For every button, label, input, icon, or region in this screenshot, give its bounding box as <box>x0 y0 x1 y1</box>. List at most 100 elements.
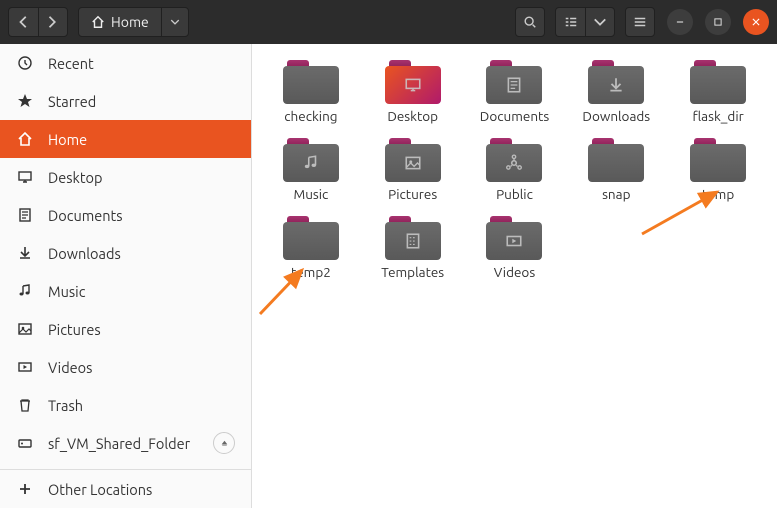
folder-label: Documents <box>480 108 549 124</box>
folder-grid: checking Desktop Documents Downloads flask_d… <box>262 58 767 282</box>
home-icon <box>91 15 105 29</box>
folder-checking[interactable]: checking <box>262 58 360 126</box>
folder-label: Downloads <box>582 108 650 124</box>
search-button[interactable] <box>515 7 545 37</box>
folder-flask-dir[interactable]: flask_dir <box>669 58 767 126</box>
sidebar-item-pictures[interactable]: Pictures <box>0 310 251 348</box>
folder-label: snap <box>602 186 630 202</box>
sidebar-item-recent[interactable]: Recent <box>0 44 251 82</box>
folder-temp[interactable]: temp <box>669 136 767 204</box>
folder-icon <box>283 138 339 182</box>
folder-label: Public <box>496 186 533 202</box>
path-segment-home[interactable]: Home <box>79 8 162 36</box>
drive-icon <box>16 434 34 452</box>
clock-icon <box>16 54 34 72</box>
folder-label: flask_dir <box>692 108 743 124</box>
sidebar-footer: Other Locations <box>0 469 251 508</box>
folder-pictures[interactable]: Pictures <box>364 136 462 204</box>
sidebar-item-label: Documents <box>48 207 123 224</box>
downloads-icon <box>607 76 625 94</box>
sidebar-other-locations[interactable]: Other Locations <box>0 470 251 508</box>
path-label: Home <box>111 14 149 30</box>
folder-icon <box>283 60 339 104</box>
folder-icon <box>283 216 339 260</box>
maximize-icon <box>713 17 723 27</box>
star-icon <box>16 92 34 110</box>
folder-label: temp <box>702 186 734 202</box>
nav-buttons <box>8 7 68 37</box>
folder-icon <box>385 216 441 260</box>
folder-documents[interactable]: Documents <box>466 58 564 126</box>
sidebar-item-trash[interactable]: Trash <box>0 386 251 424</box>
back-button[interactable] <box>8 7 38 37</box>
folder-public[interactable]: Public <box>466 136 564 204</box>
forward-button[interactable] <box>38 7 68 37</box>
folder-label: temp2 <box>291 264 331 280</box>
public-icon <box>505 154 523 172</box>
documents-icon <box>16 206 34 224</box>
videos-icon <box>16 358 34 376</box>
sidebar-item-desktop[interactable]: Desktop <box>0 158 251 196</box>
folder-icon <box>588 138 644 182</box>
list-view-button[interactable] <box>555 7 585 37</box>
maximize-button[interactable] <box>705 9 731 35</box>
folder-templates[interactable]: Templates <box>364 214 462 282</box>
folder-label: Desktop <box>387 108 438 124</box>
pictures-icon <box>404 154 422 172</box>
sidebar-item-downloads[interactable]: Downloads <box>0 234 251 272</box>
sidebar-item-sf-vm-shared-folder[interactable]: sf_VM_Shared_Folder <box>0 424 251 462</box>
sidebar-item-home[interactable]: Home <box>0 120 251 158</box>
sidebar-item-documents[interactable]: Documents <box>0 196 251 234</box>
minimize-button[interactable] <box>667 9 693 35</box>
folder-label: Music <box>293 186 328 202</box>
chevron-right-icon <box>46 15 60 29</box>
view-dropdown-button[interactable] <box>585 7 615 37</box>
list-icon <box>564 15 578 29</box>
folder-icon <box>690 138 746 182</box>
sidebar-item-starred[interactable]: Starred <box>0 82 251 120</box>
folder-desktop[interactable]: Desktop <box>364 58 462 126</box>
folder-snap[interactable]: snap <box>567 136 665 204</box>
sidebar-item-label: Downloads <box>48 245 121 262</box>
folder-downloads[interactable]: Downloads <box>567 58 665 126</box>
folder-label: Pictures <box>388 186 437 202</box>
titlebar: Home <box>0 0 777 44</box>
sidebar-item-label: Music <box>48 283 85 300</box>
folder-music[interactable]: Music <box>262 136 360 204</box>
close-icon <box>751 17 761 27</box>
folder-icon <box>385 60 441 104</box>
desktop-icon <box>404 76 422 94</box>
chevron-down-icon <box>170 17 180 27</box>
eject-button[interactable] <box>213 432 235 454</box>
path-dropdown[interactable] <box>162 17 188 27</box>
folder-icon <box>486 60 542 104</box>
view-switcher <box>555 7 615 37</box>
home-icon <box>16 130 34 148</box>
sidebar-item-music[interactable]: Music <box>0 272 251 310</box>
folder-icon <box>588 60 644 104</box>
folder-videos[interactable]: Videos <box>466 214 564 282</box>
trash-icon <box>16 396 34 414</box>
sidebar: Recent Starred Home Desktop Documents Downloa… <box>0 44 252 508</box>
close-button[interactable] <box>743 9 769 35</box>
plus-icon <box>16 480 34 498</box>
chevron-down-icon <box>593 15 607 29</box>
path-bar[interactable]: Home <box>78 7 189 37</box>
downloads-icon <box>16 244 34 262</box>
sidebar-item-videos[interactable]: Videos <box>0 348 251 386</box>
chevron-left-icon <box>17 15 31 29</box>
sidebar-item-label: Home <box>48 131 87 148</box>
hamburger-menu-button[interactable] <box>625 7 655 37</box>
sidebar-item-label: Recent <box>48 55 94 72</box>
music-icon <box>302 154 320 172</box>
folder-icon <box>690 60 746 104</box>
folder-temp2[interactable]: temp2 <box>262 214 360 282</box>
sidebar-item-label: Other Locations <box>48 481 152 498</box>
search-icon <box>523 15 537 29</box>
sidebar-item-label: Pictures <box>48 321 101 338</box>
folder-label: Templates <box>381 264 444 280</box>
content-area[interactable]: checking Desktop Documents Downloads flask_d… <box>252 44 777 508</box>
menu-icon <box>633 15 647 29</box>
sidebar-list: Recent Starred Home Desktop Documents Downloa… <box>0 44 251 469</box>
minimize-icon <box>675 17 685 27</box>
